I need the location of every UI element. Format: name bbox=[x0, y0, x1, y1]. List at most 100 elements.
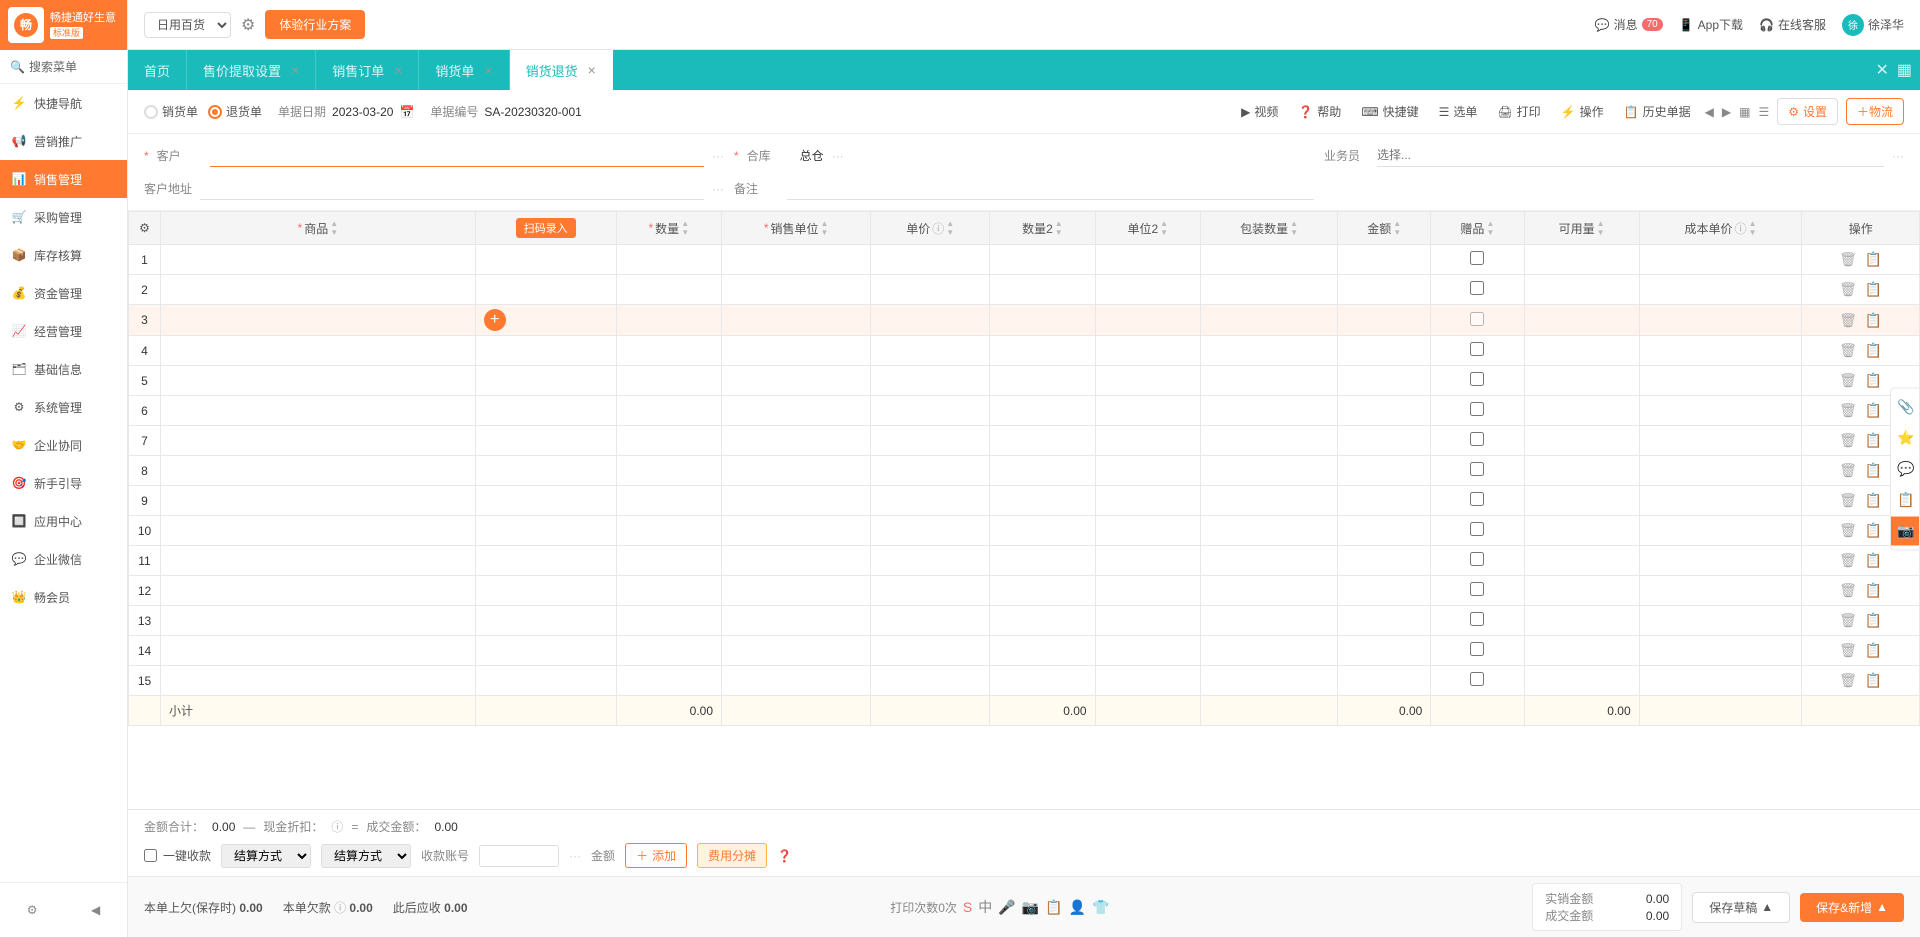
sales-unit-cell[interactable] bbox=[722, 426, 871, 456]
grid-view-icon[interactable]: ▦ bbox=[1739, 105, 1750, 119]
unit-price-cell[interactable] bbox=[871, 486, 990, 516]
sidebar-item-enterprise[interactable]: 🤝 企业协同 bbox=[0, 426, 127, 464]
pack-qty-cell[interactable] bbox=[1200, 456, 1337, 486]
sidebar-item-finance[interactable]: 💰 资金管理 bbox=[0, 274, 127, 312]
save-draft-btn[interactable]: 保存草稿 ▲ bbox=[1692, 892, 1790, 923]
shortcut-key-btn[interactable]: ⌨ 快捷键 bbox=[1355, 101, 1424, 122]
tab-price-settings[interactable]: 售价提取设置 × bbox=[187, 50, 316, 90]
amount-cell[interactable] bbox=[1338, 305, 1431, 336]
amount-cell[interactable] bbox=[1338, 426, 1431, 456]
add-row-btn[interactable]: + bbox=[484, 309, 506, 331]
unit2-cell[interactable] bbox=[1095, 456, 1200, 486]
tab-close-all-icon[interactable]: ✕ bbox=[1875, 60, 1888, 80]
cost-price-cell[interactable] bbox=[1639, 275, 1802, 305]
copy-row-btn[interactable]: 📋 bbox=[1863, 370, 1884, 391]
available-cell[interactable] bbox=[1524, 606, 1639, 636]
unit-price-cell[interactable] bbox=[871, 305, 990, 336]
unit-price-cell[interactable] bbox=[871, 426, 990, 456]
calculate-method-select[interactable]: 结算方式 bbox=[321, 844, 411, 868]
quantity2-cell[interactable] bbox=[990, 576, 1095, 606]
sidebar-item-shortcut[interactable]: ⚡ 快捷导航 bbox=[0, 84, 127, 122]
available-cell[interactable] bbox=[1524, 305, 1639, 336]
customer-dots-icon[interactable]: ··· bbox=[712, 149, 724, 163]
quantity2-cell[interactable] bbox=[990, 666, 1095, 696]
delete-row-btn[interactable]: 🗑 bbox=[1837, 580, 1859, 601]
amount-cell[interactable] bbox=[1338, 576, 1431, 606]
cost-price-cell[interactable] bbox=[1639, 396, 1802, 426]
available-cell[interactable] bbox=[1524, 396, 1639, 426]
form-settings-btn[interactable]: ⚙ 设置 bbox=[1777, 98, 1838, 125]
available-cell[interactable] bbox=[1524, 576, 1639, 606]
unit2-cell[interactable] bbox=[1095, 366, 1200, 396]
cost-price-cell[interactable] bbox=[1639, 516, 1802, 546]
sidebar-item-inventory[interactable]: 📦 库存核算 bbox=[0, 236, 127, 274]
copy-row-btn[interactable]: 📋 bbox=[1863, 310, 1884, 331]
list-view-icon[interactable]: ☰ bbox=[1758, 105, 1769, 119]
cost-price-cell[interactable] bbox=[1639, 336, 1802, 366]
quantity-cell[interactable] bbox=[616, 516, 721, 546]
tab-menu-icon[interactable]: ▦ bbox=[1897, 60, 1912, 80]
sidebar-item-marketing[interactable]: 📢 营销推广 bbox=[0, 122, 127, 160]
product-cell[interactable] bbox=[161, 486, 476, 516]
customer-input[interactable] bbox=[210, 144, 704, 167]
sales-unit-cell[interactable] bbox=[722, 396, 871, 426]
product-cell[interactable] bbox=[161, 245, 476, 275]
copy-row-btn[interactable]: 📋 bbox=[1863, 550, 1884, 571]
product-cell[interactable] bbox=[161, 666, 476, 696]
pack-qty-cell[interactable] bbox=[1200, 606, 1337, 636]
pack-qty-cell[interactable] bbox=[1200, 366, 1337, 396]
amount-cell[interactable] bbox=[1338, 666, 1431, 696]
unit2-cell[interactable] bbox=[1095, 606, 1200, 636]
pack-qty-cell[interactable] bbox=[1200, 576, 1337, 606]
available-cell[interactable] bbox=[1524, 456, 1639, 486]
address-dots-icon[interactable]: ··· bbox=[712, 182, 724, 196]
delete-row-btn[interactable]: 🗑 bbox=[1837, 249, 1859, 270]
unit2-cell[interactable] bbox=[1095, 576, 1200, 606]
unit-price-cell[interactable] bbox=[871, 606, 990, 636]
history-btn[interactable]: 📋 历史单据 bbox=[1618, 101, 1697, 122]
delete-row-btn[interactable]: 🗑 bbox=[1837, 490, 1859, 511]
amount-cell[interactable] bbox=[1338, 396, 1431, 426]
pack-qty-cell[interactable] bbox=[1200, 396, 1337, 426]
sales-unit-cell[interactable] bbox=[722, 516, 871, 546]
sales-unit-cell[interactable] bbox=[722, 366, 871, 396]
copy-row-btn[interactable]: 📋 bbox=[1863, 400, 1884, 421]
right-panel-btn-1[interactable]: 📎 bbox=[1891, 392, 1919, 421]
gift-checkbox[interactable] bbox=[1470, 342, 1484, 356]
warehouse-dots-icon[interactable]: ··· bbox=[832, 149, 844, 163]
sales-unit-cell[interactable] bbox=[722, 636, 871, 666]
cost-price-cell[interactable] bbox=[1639, 666, 1802, 696]
account-input[interactable] bbox=[479, 845, 559, 867]
pack-qty-cell[interactable] bbox=[1200, 426, 1337, 456]
quantity-cell[interactable] bbox=[616, 245, 721, 275]
cost-price-info-icon[interactable]: ⓘ bbox=[1735, 220, 1747, 237]
select-btn[interactable]: ☰ 选单 bbox=[1433, 101, 1484, 122]
quantity2-cell[interactable] bbox=[990, 366, 1095, 396]
product-cell[interactable] bbox=[161, 516, 476, 546]
quantity2-cell[interactable] bbox=[990, 546, 1095, 576]
tab-close-icon[interactable]: × bbox=[394, 63, 402, 77]
account-dots-icon[interactable]: ··· bbox=[569, 849, 581, 863]
print-btn[interactable]: 🖨 打印 bbox=[1491, 101, 1546, 122]
amount-cell[interactable] bbox=[1338, 366, 1431, 396]
unit2-cell[interactable] bbox=[1095, 396, 1200, 426]
tab-sales-bill[interactable]: 销货单 × bbox=[419, 50, 509, 90]
quantity-cell[interactable] bbox=[616, 336, 721, 366]
product-cell[interactable] bbox=[161, 636, 476, 666]
unit2-cell[interactable] bbox=[1095, 305, 1200, 336]
delete-row-btn[interactable]: 🗑 bbox=[1837, 520, 1859, 541]
delete-row-btn[interactable]: 🗑 bbox=[1837, 400, 1859, 421]
quantity-cell[interactable] bbox=[616, 636, 721, 666]
tab-close-active-icon[interactable]: × bbox=[588, 63, 596, 77]
cost-price-cell[interactable] bbox=[1639, 546, 1802, 576]
remark-input[interactable] bbox=[787, 177, 1314, 200]
th-settings[interactable]: ⚙ bbox=[129, 212, 161, 245]
unit2-cell[interactable] bbox=[1095, 245, 1200, 275]
quantity-cell[interactable] bbox=[616, 456, 721, 486]
gift-checkbox[interactable] bbox=[1470, 281, 1484, 295]
gift-checkbox[interactable] bbox=[1470, 312, 1484, 326]
one-click-check[interactable] bbox=[144, 849, 157, 862]
product-cell[interactable] bbox=[161, 576, 476, 606]
gift-checkbox[interactable] bbox=[1470, 402, 1484, 416]
product-cell[interactable] bbox=[161, 546, 476, 576]
